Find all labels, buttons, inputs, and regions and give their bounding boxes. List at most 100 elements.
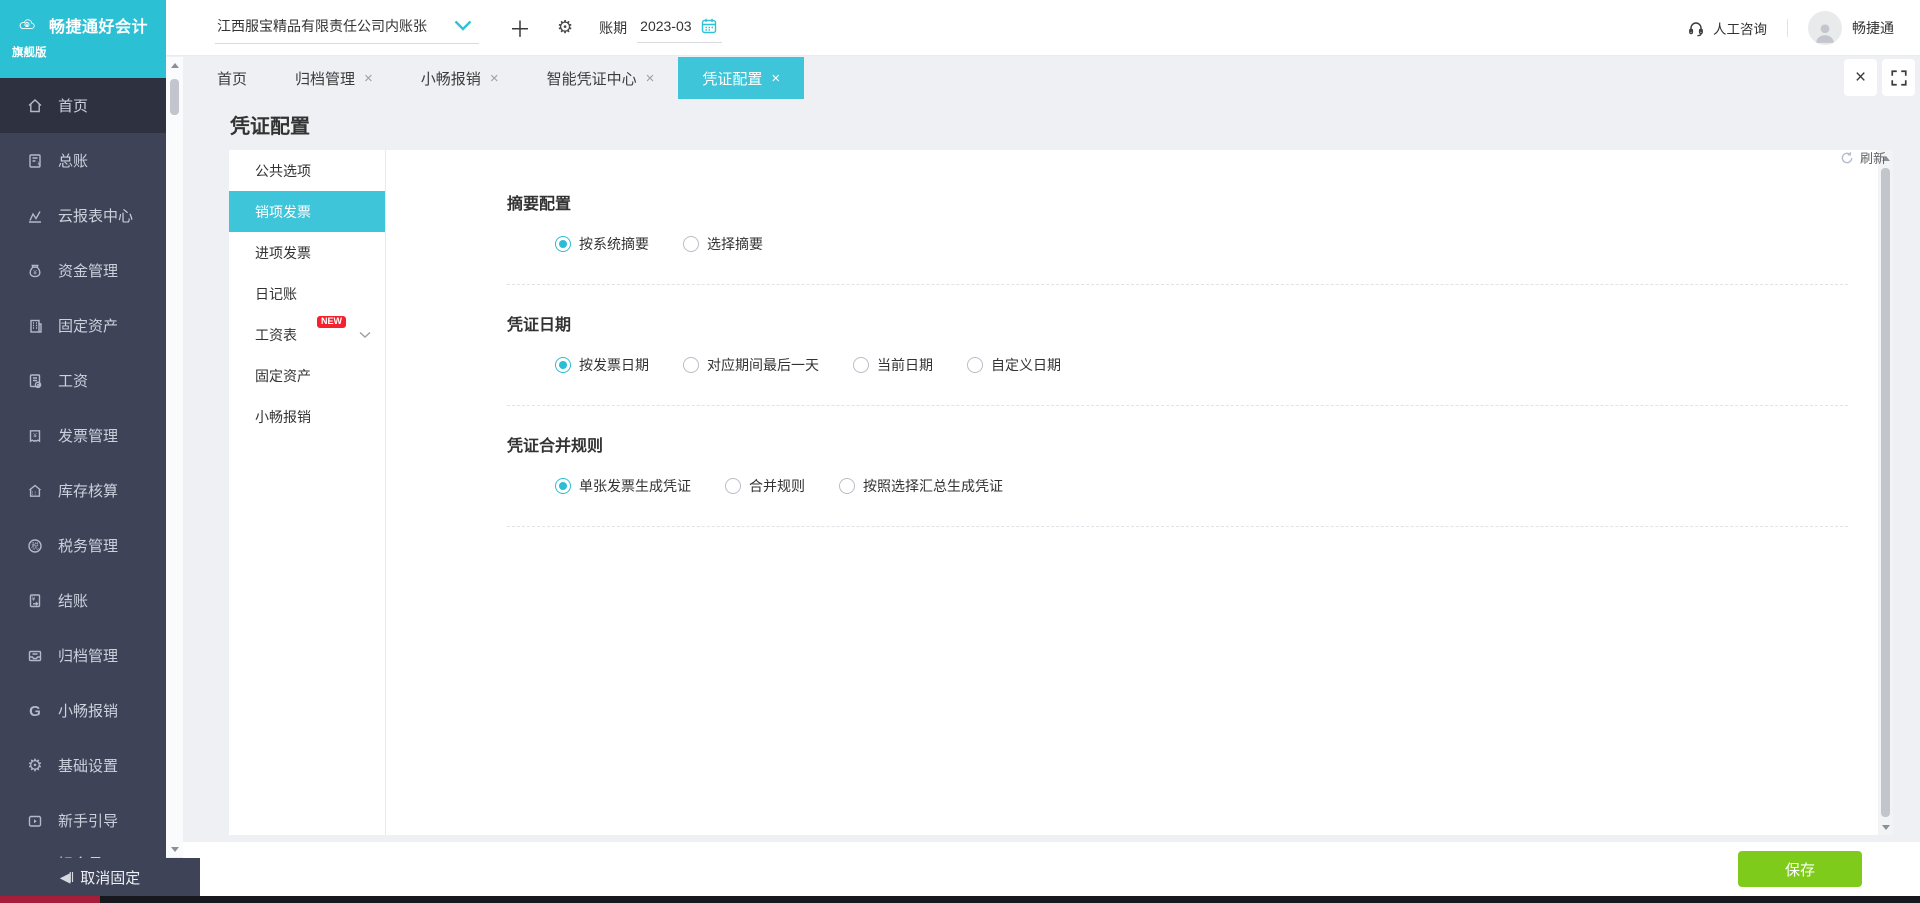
scrollbar-thumb[interactable] bbox=[170, 79, 179, 115]
sidebar-item-archive[interactable]: 归档管理 bbox=[0, 628, 166, 683]
person-icon bbox=[1812, 19, 1838, 45]
support-link[interactable]: 人工咨询 bbox=[1686, 18, 1767, 38]
warehouse-icon bbox=[25, 481, 45, 501]
svg-text:¥: ¥ bbox=[33, 269, 37, 276]
chevron-down-icon bbox=[453, 16, 473, 36]
invoice-icon: ¥ bbox=[25, 426, 45, 446]
avatar[interactable] bbox=[1808, 11, 1842, 45]
user-name[interactable]: 畅捷通 bbox=[1852, 18, 1894, 38]
radio-option-current-date[interactable]: 当前日期 bbox=[853, 355, 933, 375]
tab-voucher-center[interactable]: 智能凭证中心× bbox=[523, 57, 679, 99]
fullscreen-button[interactable] bbox=[1882, 59, 1915, 96]
close-all-tabs-button[interactable]: × bbox=[1844, 59, 1877, 96]
bottom-edge-red-strip bbox=[0, 896, 100, 903]
scroll-down-button[interactable] bbox=[1878, 819, 1893, 835]
config-menu-item-sales-invoice[interactable]: 销项发票 bbox=[229, 191, 385, 232]
menu-item-label: 日记账 bbox=[255, 284, 297, 304]
sidebar-item-label: 资金管理 bbox=[58, 260, 118, 281]
radio-option-summary-generate[interactable]: 按照选择汇总生成凭证 bbox=[839, 476, 1003, 496]
scroll-up-button[interactable] bbox=[166, 57, 183, 73]
sidebar-item-label: 库存核算 bbox=[58, 480, 118, 501]
tab-reimburse[interactable]: 小畅报销× bbox=[397, 57, 523, 99]
sidebar-item-invoice[interactable]: ¥ 发票管理 bbox=[0, 408, 166, 463]
unpin-label: 取消固定 bbox=[80, 867, 140, 888]
config-menu-item-salary-sheet[interactable]: 工资表 NEW bbox=[229, 314, 385, 355]
radio-option-choose-summary[interactable]: 选择摘要 bbox=[683, 234, 763, 254]
radio-selected-icon bbox=[555, 236, 571, 252]
sidebar-item-guide[interactable]: 新手引导 bbox=[0, 793, 166, 848]
sidebar-item-label: 结账 bbox=[58, 590, 88, 611]
sidebar-item-tax[interactable]: 税 税务管理 bbox=[0, 518, 166, 573]
radio-label: 对应期间最后一天 bbox=[707, 355, 819, 375]
radio-label: 按发票日期 bbox=[579, 355, 649, 375]
radio-label: 当前日期 bbox=[877, 355, 933, 375]
refresh-button[interactable]: 刷新 bbox=[1840, 148, 1886, 167]
section-heading: 凭证日期 bbox=[507, 311, 1848, 335]
content-scrollbar[interactable] bbox=[1878, 150, 1893, 835]
sidebar-item-label: 小畅报销 bbox=[58, 700, 118, 721]
sidebar-item-closing[interactable]: ¥ 结账 bbox=[0, 573, 166, 628]
tab-voucher-config[interactable]: 凭证配置 × bbox=[678, 57, 804, 99]
tab-close-icon[interactable]: × bbox=[490, 70, 499, 87]
sidebar-item-cloud-reports[interactable]: 云报表中心 bbox=[0, 188, 166, 243]
sidebar-item-general-ledger[interactable]: ¥ 总账 bbox=[0, 133, 166, 188]
tab-close-icon[interactable]: × bbox=[646, 70, 655, 87]
scrollbar-thumb[interactable] bbox=[1881, 168, 1890, 817]
tab-archive[interactable]: 归档管理× bbox=[271, 57, 397, 99]
config-content: 摘要配置 按系统摘要 选择摘要 凭证日期 按发票日期 对应期间最后一天 当前日期… bbox=[386, 150, 1878, 835]
sidebar-item-label: 基础设置 bbox=[58, 755, 118, 776]
voucher-config-panel: 公共选项 销项发票 进项发票 日记账 工资表 NEW 固定资产 小畅报销 摘要配… bbox=[229, 150, 1878, 835]
sidebar-item-settings[interactable]: ⚙ 基础设置 bbox=[0, 738, 166, 793]
add-account-button[interactable]: ＋ bbox=[509, 12, 531, 44]
triangle-down-icon bbox=[1882, 825, 1890, 830]
radio-option-merge-rule[interactable]: 合并规则 bbox=[725, 476, 805, 496]
summary-config-section: 摘要配置 按系统摘要 选择摘要 bbox=[507, 164, 1848, 285]
config-menu-item-purchase-invoice[interactable]: 进项发票 bbox=[229, 232, 385, 273]
sidebar-item-reimburse[interactable]: G 小畅报销 bbox=[0, 683, 166, 738]
archive-box-icon bbox=[25, 646, 45, 666]
radio-option-single-invoice[interactable]: 单张发票生成凭证 bbox=[555, 476, 691, 496]
scroll-down-button[interactable] bbox=[166, 841, 183, 857]
company-selector[interactable]: 江西服宝精品有限责任公司内账张 bbox=[215, 12, 479, 44]
footer-bar: 保存 bbox=[183, 842, 1920, 896]
account-settings-gear-icon[interactable]: ⚙ bbox=[557, 17, 573, 38]
unpin-sidebar-button[interactable]: ◀‖ 取消固定 bbox=[0, 858, 200, 897]
config-menu-item-fixed-assets[interactable]: 固定资产 bbox=[229, 355, 385, 396]
tab-home[interactable]: 首页 bbox=[193, 57, 271, 99]
menu-item-label: 小畅报销 bbox=[255, 407, 311, 427]
radio-option-custom-date[interactable]: 自定义日期 bbox=[967, 355, 1061, 375]
sidebar-item-label: 工资 bbox=[58, 370, 88, 391]
period-picker[interactable]: 2023-03 bbox=[637, 13, 721, 43]
support-label: 人工咨询 bbox=[1713, 18, 1767, 38]
radio-icon bbox=[853, 357, 869, 373]
config-menu-item-reimburse[interactable]: 小畅报销 bbox=[229, 396, 385, 437]
section-heading: 凭证合并规则 bbox=[507, 432, 1848, 456]
tab-close-icon[interactable]: × bbox=[364, 70, 373, 87]
tab-label: 凭证配置 bbox=[702, 68, 762, 89]
top-right-area: 人工咨询 畅捷通 bbox=[1686, 11, 1894, 45]
sidebar-item-inventory[interactable]: 库存核算 bbox=[0, 463, 166, 518]
sidebar-scrollbar[interactable] bbox=[166, 57, 183, 857]
sidebar-item-funds[interactable]: ¥ 资金管理 bbox=[0, 243, 166, 298]
sidebar-item-home[interactable]: 首页 bbox=[0, 78, 166, 133]
merge-rule-section: 凭证合并规则 单张发票生成凭证 合并规则 按照选择汇总生成凭证 bbox=[507, 406, 1848, 527]
headset-icon bbox=[1686, 18, 1706, 38]
brand-name: 畅捷通好会计 bbox=[49, 13, 148, 37]
save-button[interactable]: 保存 bbox=[1738, 851, 1862, 887]
radio-option-system-summary[interactable]: 按系统摘要 bbox=[555, 234, 649, 254]
video-guide-icon bbox=[25, 811, 45, 831]
fullscreen-icon bbox=[1889, 68, 1909, 88]
salary-sheet-icon bbox=[25, 371, 45, 391]
config-menu-item-common-options[interactable]: 公共选项 bbox=[229, 150, 385, 191]
sidebar-item-salary[interactable]: 工资 bbox=[0, 353, 166, 408]
cloud-logo-icon bbox=[12, 13, 42, 37]
radio-icon bbox=[839, 478, 855, 494]
money-bag-icon: ¥ bbox=[25, 261, 45, 281]
radio-option-period-last-day[interactable]: 对应期间最后一天 bbox=[683, 355, 819, 375]
new-badge: NEW bbox=[317, 316, 346, 328]
tab-close-icon[interactable]: × bbox=[771, 70, 780, 87]
radio-option-invoice-date[interactable]: 按发票日期 bbox=[555, 355, 649, 375]
config-menu-item-journal[interactable]: 日记账 bbox=[229, 273, 385, 314]
sidebar-item-label: 新手引导 bbox=[58, 810, 118, 831]
sidebar-item-fixed-assets[interactable]: 固定资产 bbox=[0, 298, 166, 353]
